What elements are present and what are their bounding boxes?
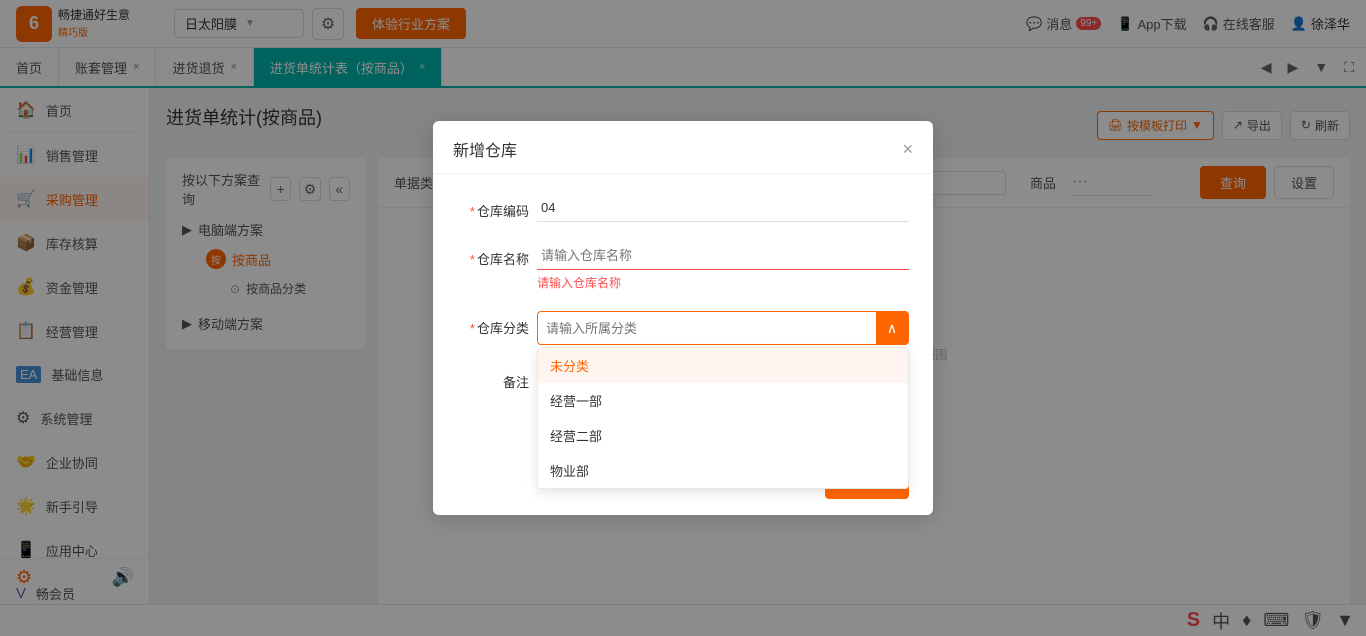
warehouse-name-error: 请输入仓库名称: [537, 274, 909, 291]
category-option-2[interactable]: 经营二部: [538, 418, 908, 453]
warehouse-category-control: ∧ 未分类 经营一部 经营二部 物业部: [537, 311, 909, 345]
warehouse-name-input[interactable]: [537, 242, 909, 270]
form-row-code: *仓库编码: [457, 194, 909, 222]
dialog-title: 新增仓库: [453, 137, 517, 161]
note-label: 备注: [457, 365, 537, 391]
category-toggle-btn[interactable]: ∧: [876, 312, 908, 344]
category-option-1[interactable]: 经营一部: [538, 383, 908, 418]
form-row-name: *仓库名称 请输入仓库名称: [457, 242, 909, 291]
warehouse-name-label: *仓库名称: [457, 242, 537, 268]
warehouse-code-control: [537, 194, 909, 222]
category-input[interactable]: [538, 315, 876, 342]
new-warehouse-dialog: 新增仓库 × *仓库编码 *仓库名称 请输入: [433, 121, 933, 515]
warehouse-code-input[interactable]: [537, 194, 909, 222]
warehouse-category-label: *仓库分类: [457, 311, 537, 337]
dialog-body: *仓库编码 *仓库名称 请输入仓库名称 *: [433, 174, 933, 451]
form-row-category: *仓库分类 ∧ 未分类 经营一部 经营二部 物业部: [457, 311, 909, 345]
category-option-0[interactable]: 未分类: [538, 348, 908, 383]
dialog-header: 新增仓库 ×: [433, 121, 933, 174]
modal-overlay[interactable]: 新增仓库 × *仓库编码 *仓库名称 请输入: [0, 0, 1366, 636]
warehouse-code-label: *仓库编码: [457, 194, 537, 220]
dialog-close-btn[interactable]: ×: [902, 139, 913, 160]
category-input-row: ∧: [537, 311, 909, 345]
warehouse-name-control: 请输入仓库名称: [537, 242, 909, 291]
category-dropdown: 未分类 经营一部 经营二部 物业部: [537, 347, 909, 489]
category-option-3[interactable]: 物业部: [538, 453, 908, 488]
